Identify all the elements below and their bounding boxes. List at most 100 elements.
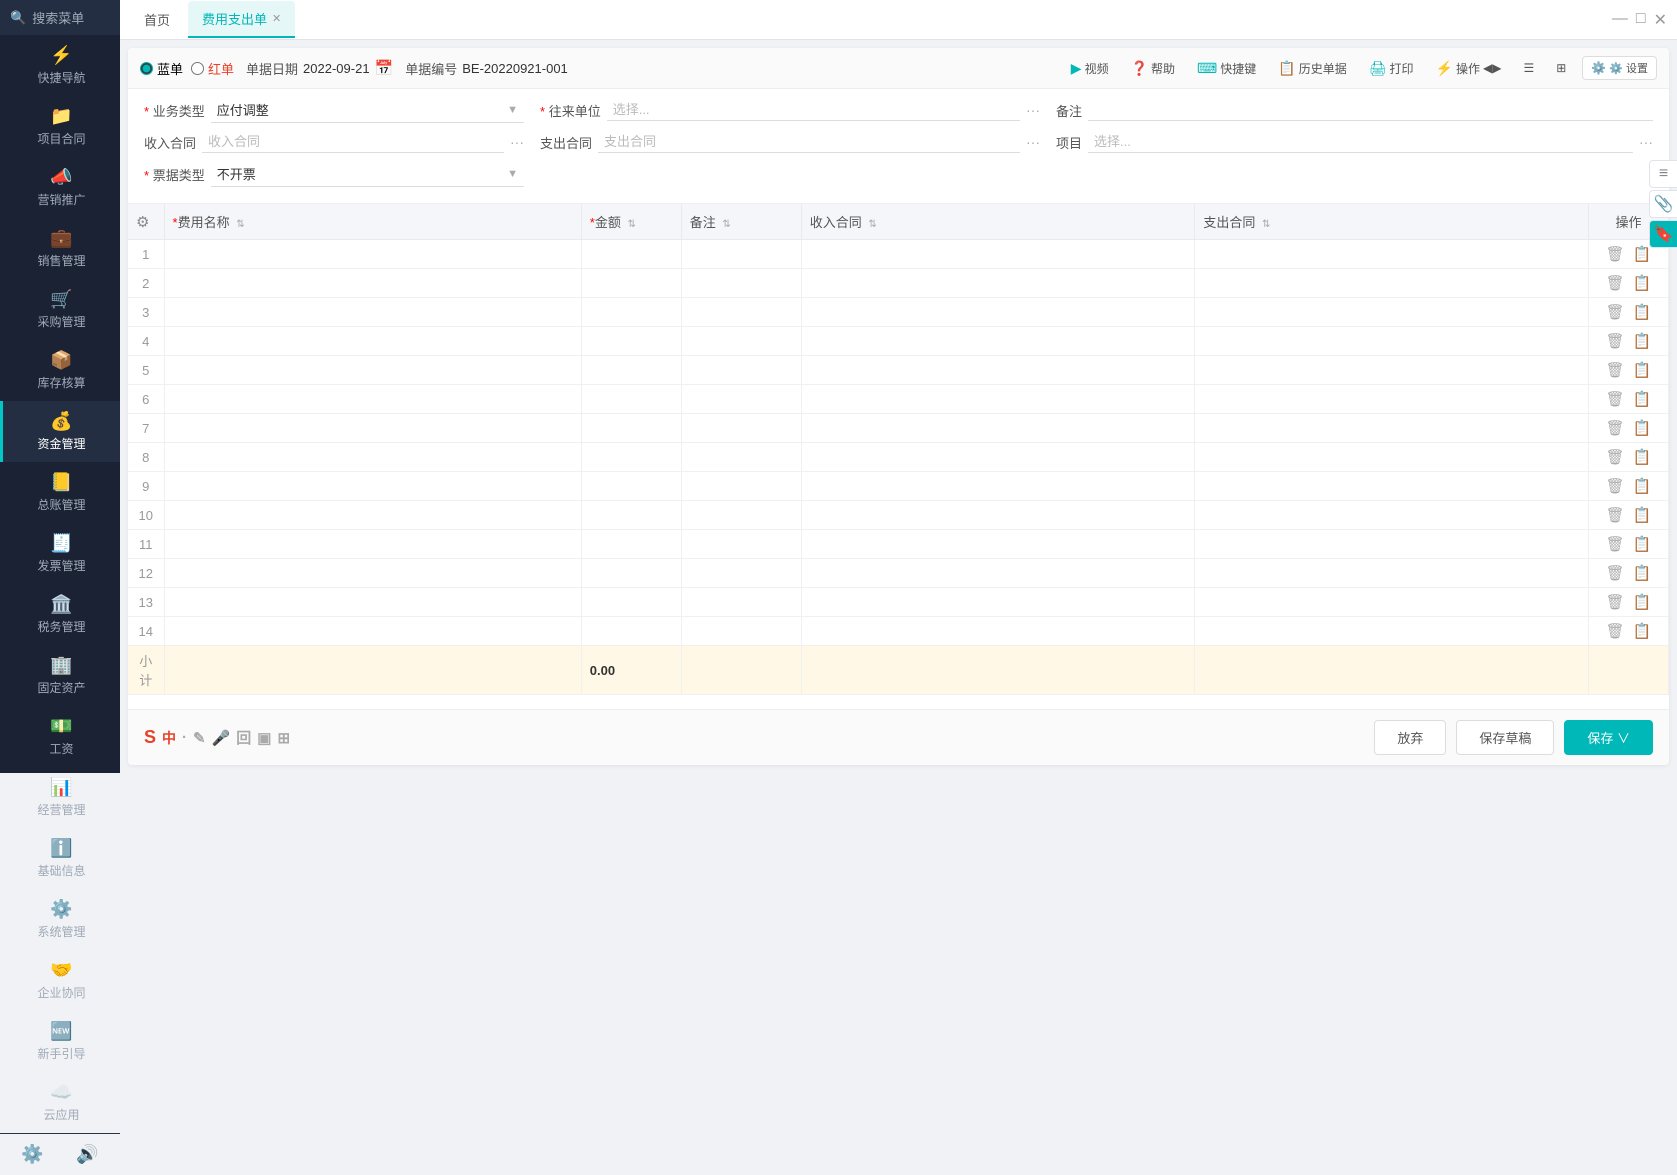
cell-amount-4[interactable]	[581, 327, 681, 356]
cell-remark-1[interactable]	[681, 240, 801, 269]
cell-remark-5[interactable]	[681, 356, 801, 385]
cell-expense-contract-3[interactable]	[1195, 298, 1589, 327]
cell-income-contract-4[interactable]	[801, 327, 1195, 356]
cell-remark-2[interactable]	[681, 269, 801, 298]
copy-icon-3[interactable]: 📋	[1633, 303, 1652, 321]
sidebar-item-basic-info[interactable]: ℹ️ 基础信息	[0, 828, 120, 889]
cell-amount-7[interactable]	[581, 414, 681, 443]
sidebar-item-capital-mgmt[interactable]: 💰 资金管理	[0, 401, 120, 462]
copy-icon-2[interactable]: 📋	[1633, 274, 1652, 292]
cell-remark-11[interactable]	[681, 530, 801, 559]
cell-income-contract-7[interactable]	[801, 414, 1195, 443]
cell-expense-name-10[interactable]	[164, 501, 581, 530]
biz-type-select[interactable]: 应付调整 ▼	[211, 97, 524, 123]
minimize-button[interactable]: —	[1612, 10, 1628, 30]
video-button[interactable]: ▶ 视频	[1065, 57, 1115, 80]
cell-expense-name-9[interactable]	[164, 472, 581, 501]
cell-remark-10[interactable]	[681, 501, 801, 530]
cell-expense-contract-9[interactable]	[1195, 472, 1589, 501]
cell-expense-name-5[interactable]	[164, 356, 581, 385]
tab-expense-bill[interactable]: 费用支出单✕	[188, 1, 295, 38]
cell-expense-contract-5[interactable]	[1195, 356, 1589, 385]
cell-amount-12[interactable]	[581, 559, 681, 588]
cell-expense-contract-2[interactable]	[1195, 269, 1589, 298]
sidebar-search[interactable]: 🔍 搜索菜单	[0, 0, 120, 35]
cell-income-contract-5[interactable]	[801, 356, 1195, 385]
cell-expense-contract-10[interactable]	[1195, 501, 1589, 530]
cell-remark-13[interactable]	[681, 588, 801, 617]
copy-icon-12[interactable]: 📋	[1633, 564, 1652, 582]
copy-icon-14[interactable]: 📋	[1633, 622, 1652, 640]
copy-icon-6[interactable]: 📋	[1633, 390, 1652, 408]
sidebar-item-payroll[interactable]: 💵 工资	[0, 706, 120, 767]
copy-icon-13[interactable]: 📋	[1633, 593, 1652, 611]
action-button[interactable]: ⚡ 操作 ◀▶	[1430, 57, 1508, 80]
cell-remark-8[interactable]	[681, 443, 801, 472]
sidebar-item-project-contract[interactable]: 📁 项目合同	[0, 96, 120, 157]
th-gear[interactable]: ⚙	[128, 204, 164, 240]
cell-income-contract-8[interactable]	[801, 443, 1195, 472]
cell-expense-contract-13[interactable]	[1195, 588, 1589, 617]
cell-remark-9[interactable]	[681, 472, 801, 501]
delete-icon-14[interactable]: 🗑	[1606, 622, 1625, 640]
copy-icon-4[interactable]: 📋	[1633, 332, 1652, 350]
print-button[interactable]: 🖨 打印	[1363, 57, 1420, 80]
cell-amount-8[interactable]	[581, 443, 681, 472]
history-button[interactable]: 📋 历史单据	[1272, 57, 1352, 80]
cell-remark-4[interactable]	[681, 327, 801, 356]
delete-icon-10[interactable]: 🗑	[1606, 506, 1625, 524]
sidebar-item-marketing[interactable]: 📣 营销推广	[0, 157, 120, 218]
help-button[interactable]: ❓ 帮助	[1125, 57, 1181, 80]
cell-expense-contract-1[interactable]	[1195, 240, 1589, 269]
income-contract-more[interactable]: ···	[510, 134, 524, 150]
cell-expense-name-8[interactable]	[164, 443, 581, 472]
cell-expense-contract-8[interactable]	[1195, 443, 1589, 472]
float-btn-1[interactable]: ≡	[1649, 160, 1677, 188]
delete-icon-4[interactable]: 🗑	[1606, 332, 1625, 350]
copy-icon-11[interactable]: 📋	[1633, 535, 1652, 553]
sidebar-item-ledger-mgmt[interactable]: 📒 总账管理	[0, 462, 120, 523]
sidebar-item-invoice-mgmt[interactable]: 🧾 发票管理	[0, 523, 120, 584]
project-more[interactable]: ···	[1639, 134, 1653, 150]
tab-home[interactable]: 首页	[130, 2, 184, 37]
copy-icon-10[interactable]: 📋	[1633, 506, 1652, 524]
view-toggle-grid[interactable]: ⊞	[1550, 58, 1572, 78]
cell-remark-3[interactable]	[681, 298, 801, 327]
delete-icon-1[interactable]: 🗑	[1606, 245, 1625, 263]
settings-icon[interactable]: ⚙️	[21, 1144, 43, 1165]
save-button[interactable]: 保存 ∨	[1564, 720, 1653, 755]
cell-income-contract-2[interactable]	[801, 269, 1195, 298]
cell-expense-contract-7[interactable]	[1195, 414, 1589, 443]
cell-income-contract-11[interactable]	[801, 530, 1195, 559]
delete-icon-9[interactable]: 🗑	[1606, 477, 1625, 495]
delete-icon-12[interactable]: 🗑	[1606, 564, 1625, 582]
bill-no-value[interactable]: BE-20220921-001	[462, 61, 568, 76]
project-input[interactable]	[1088, 131, 1633, 153]
sidebar-item-purchase-mgmt[interactable]: 🛒 采购管理	[0, 279, 120, 340]
cell-amount-14[interactable]	[581, 617, 681, 646]
cell-expense-contract-12[interactable]	[1195, 559, 1589, 588]
discard-button[interactable]: 放弃	[1374, 720, 1446, 755]
cell-amount-9[interactable]	[581, 472, 681, 501]
footer-icon-pen[interactable]: ✎	[193, 729, 206, 747]
invoice-type-select[interactable]: 不开票 ▼	[211, 161, 524, 187]
expense-contract-more[interactable]: ···	[1026, 134, 1040, 150]
cell-income-contract-13[interactable]	[801, 588, 1195, 617]
delete-icon-11[interactable]: 🗑	[1606, 535, 1625, 553]
save-draft-button[interactable]: 保存草稿	[1456, 720, 1554, 755]
cell-expense-name-6[interactable]	[164, 385, 581, 414]
cell-amount-6[interactable]	[581, 385, 681, 414]
cell-expense-name-12[interactable]	[164, 559, 581, 588]
radio-red[interactable]: 红单	[191, 59, 234, 78]
radio-red-input[interactable]	[191, 62, 204, 75]
copy-icon-8[interactable]: 📋	[1633, 448, 1652, 466]
cell-remark-6[interactable]	[681, 385, 801, 414]
close-button[interactable]: ✕	[1654, 10, 1667, 30]
cell-expense-name-1[interactable]	[164, 240, 581, 269]
radio-blue-input[interactable]	[140, 62, 153, 75]
bill-date-value[interactable]: 2022-09-21	[303, 61, 370, 76]
cell-income-contract-1[interactable]	[801, 240, 1195, 269]
footer-icon-apps[interactable]: ⊞	[277, 729, 290, 747]
cell-income-contract-12[interactable]	[801, 559, 1195, 588]
settings-button[interactable]: ⚙️ ⚙️ 设置	[1582, 56, 1657, 80]
